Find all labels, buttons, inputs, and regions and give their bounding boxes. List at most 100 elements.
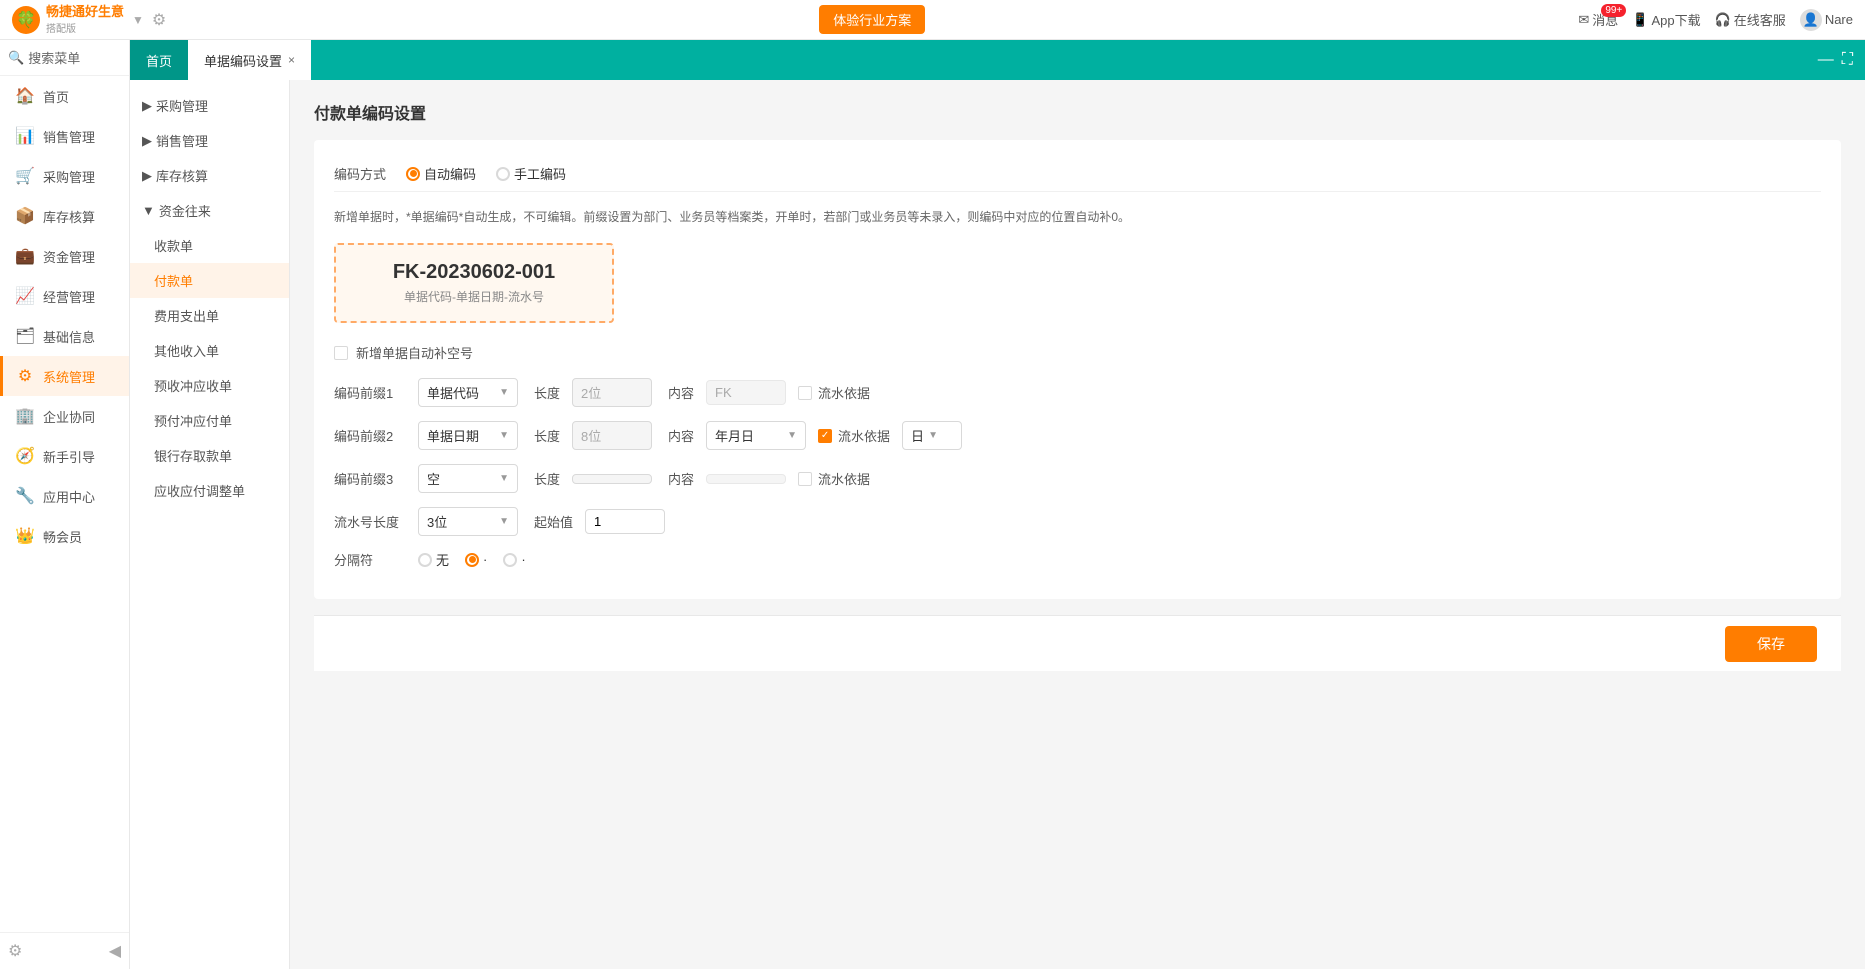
submenu-item-expense[interactable]: 费用支出单: [130, 298, 289, 333]
sep-dot-radio[interactable]: [465, 553, 479, 567]
tab-close-btn[interactable]: ×: [288, 53, 295, 67]
sep-dash-radio[interactable]: [503, 553, 517, 567]
prefix1-select[interactable]: 单据代码 ▼: [418, 378, 518, 407]
autofill-row: 新增单据自动补空号: [334, 343, 1821, 362]
page-title: 付款单编码设置: [314, 100, 1841, 124]
separator-label: 分隔符: [334, 550, 406, 569]
autofill-checkbox[interactable]: [334, 346, 348, 360]
separator-options: 无 · ·: [418, 550, 526, 569]
finance-icon: 💼: [15, 246, 35, 266]
tab-current[interactable]: 单据编码设置 ×: [188, 40, 311, 80]
sidebar-item-basic[interactable]: 🗂 基础信息: [0, 316, 129, 356]
sep-dash-option[interactable]: ·: [503, 552, 525, 567]
main-wrapper: 首页 单据编码设置 × — ⛶ ▶ 采购管理 ▶ 销售管理: [130, 40, 1865, 969]
sidebar: 🔍 搜索菜单 🏠 首页 📊 销售管理 🛒 采购管理 📦 库存核算 💼 资金管理 …: [0, 40, 130, 969]
message-btn[interactable]: ✉ 消息 99+: [1578, 10, 1618, 29]
start-value-input[interactable]: [585, 509, 665, 534]
inventory-icon: 📦: [15, 206, 35, 226]
submenu-item-bank[interactable]: 银行存取款单: [130, 438, 289, 473]
sep-none-option[interactable]: 无: [418, 550, 449, 569]
separator-row: 分隔符 无 ·: [334, 550, 1821, 569]
submenu-purchase-title[interactable]: ▶ 采购管理: [130, 88, 289, 123]
submenu-group-finance: ▼ 资金往来 收款单 付款单 费用支出单 其他收入单 预收冲应收单: [130, 193, 289, 508]
submenu-finance-title[interactable]: ▼ 资金往来: [130, 193, 289, 228]
main-panel: 付款单编码设置 编码方式 自动编码 手工编码: [290, 80, 1865, 969]
tab-home[interactable]: 首页: [130, 40, 188, 80]
tab-minimize-btn[interactable]: —: [1818, 51, 1834, 69]
sidebar-item-appcenter[interactable]: 🔧 应用中心: [0, 476, 129, 516]
start-value-label: 起始值: [534, 512, 573, 531]
submenu-sales-title[interactable]: ▶ 销售管理: [130, 123, 289, 158]
submenu-item-prepay-pay[interactable]: 预付冲应付单: [130, 403, 289, 438]
stream1-checkbox[interactable]: [798, 386, 812, 400]
app-download-btn[interactable]: 📱 App下载: [1632, 10, 1700, 29]
submenu-item-receipt[interactable]: 收款单: [130, 228, 289, 263]
chevron-right-icon: ▶: [142, 98, 152, 114]
submenu-group-purchase: ▶ 采购管理: [130, 88, 289, 123]
search-icon: 🔍: [8, 50, 24, 66]
sidebar-item-purchase[interactable]: 🛒 采购管理: [0, 156, 129, 196]
prefix2-select[interactable]: 单据日期 ▼: [418, 421, 518, 450]
user-btn[interactable]: 👤 Nare: [1800, 9, 1853, 31]
config-row-3: 编码前缀3 空 ▼ 长度 内容 流水依据: [334, 464, 1821, 493]
sep-dot-option[interactable]: ·: [465, 552, 487, 567]
save-button[interactable]: 保存: [1725, 626, 1817, 662]
day2-select[interactable]: 日 ▼: [902, 421, 962, 450]
sep-none-radio[interactable]: [418, 553, 432, 567]
tab-maximize-btn[interactable]: ⛶: [1842, 51, 1853, 69]
sidebar-item-operations[interactable]: 📈 经营管理: [0, 276, 129, 316]
stream2-checkbox[interactable]: ✓: [818, 429, 832, 443]
auto-code-radio[interactable]: [406, 167, 420, 181]
sidebar-item-sales[interactable]: 📊 销售管理: [0, 116, 129, 156]
online-service-btn[interactable]: 🎧 在线客服: [1715, 10, 1786, 29]
submenu-item-prepay-recv[interactable]: 预收冲应收单: [130, 368, 289, 403]
bottom-bar: 保存: [314, 615, 1841, 671]
preview-code: FK-20230602-001: [360, 261, 588, 284]
dropdown-icon[interactable]: ▼: [132, 13, 144, 27]
content1-label: 内容: [668, 383, 694, 402]
industry-btn[interactable]: 体验行业方案: [819, 5, 925, 34]
tab-bar: 首页 单据编码设置 × — ⛶: [130, 40, 1865, 80]
len2-input: 8位: [572, 421, 652, 450]
sidebar-item-home[interactable]: 🏠 首页: [0, 76, 129, 116]
stream1-group: 流水依据: [798, 383, 870, 402]
sidebar-item-finance[interactable]: 💼 资金管理: [0, 236, 129, 276]
submenu-item-payment[interactable]: 付款单: [130, 263, 289, 298]
auto-code-option[interactable]: 自动编码: [406, 164, 476, 183]
collapse-icon[interactable]: ◀: [109, 941, 121, 961]
sub-menu: ▶ 采购管理 ▶ 销售管理 ▶ 库存核算 ▼ 资金往来: [130, 80, 290, 969]
sidebar-search[interactable]: 🔍 搜索菜单: [0, 40, 129, 76]
chevron-down-icon: ▼: [142, 203, 155, 218]
prefix3-select[interactable]: 空 ▼: [418, 464, 518, 493]
settings-footer-icon[interactable]: ⚙: [8, 941, 22, 961]
submenu-item-other-income[interactable]: 其他收入单: [130, 333, 289, 368]
config-row-2: 编码前缀2 单据日期 ▼ 长度 8位 内容 年月日 ▼ ✓: [334, 421, 1821, 450]
logo-text: 畅捷通好生意 搭配版: [46, 4, 124, 35]
sidebar-item-enterprise[interactable]: 🏢 企业协同: [0, 396, 129, 436]
sales-icon: 📊: [15, 126, 35, 146]
sidebar-item-system[interactable]: ⚙ 系统管理: [0, 356, 129, 396]
stream3-checkbox[interactable]: [798, 472, 812, 486]
serial-len-select[interactable]: 3位 ▼: [418, 507, 518, 536]
submenu-inventory-title[interactable]: ▶ 库存核算: [130, 158, 289, 193]
sidebar-item-member[interactable]: 👑 畅会员: [0, 516, 129, 556]
purchase-icon: 🛒: [15, 166, 35, 186]
serial-row: 流水号长度 3位 ▼ 起始值: [334, 507, 1821, 536]
content2-label: 内容: [668, 426, 694, 445]
sidebar-item-inventory[interactable]: 📦 库存核算: [0, 196, 129, 236]
content2-select[interactable]: 年月日 ▼: [706, 421, 806, 450]
sidebar-item-guide[interactable]: 🧭 新手引导: [0, 436, 129, 476]
submenu-group-inventory: ▶ 库存核算: [130, 158, 289, 193]
appcenter-icon: 🔧: [15, 486, 35, 506]
settings-icon[interactable]: ⚙: [152, 10, 166, 30]
headset-icon: 🎧: [1715, 12, 1731, 28]
serial-len-chevron: ▼: [499, 516, 509, 527]
manual-code-option[interactable]: 手工编码: [496, 164, 566, 183]
stream3-group: 流水依据: [798, 469, 870, 488]
submenu-item-adjustment[interactable]: 应收应付调整单: [130, 473, 289, 508]
manual-code-radio[interactable]: [496, 167, 510, 181]
preview-box: FK-20230602-001 单据代码-单据日期-流水号: [334, 243, 614, 323]
stream2-group: ✓ 流水依据: [818, 426, 890, 445]
content3-value: [706, 474, 786, 484]
len3-label: 长度: [534, 469, 560, 488]
